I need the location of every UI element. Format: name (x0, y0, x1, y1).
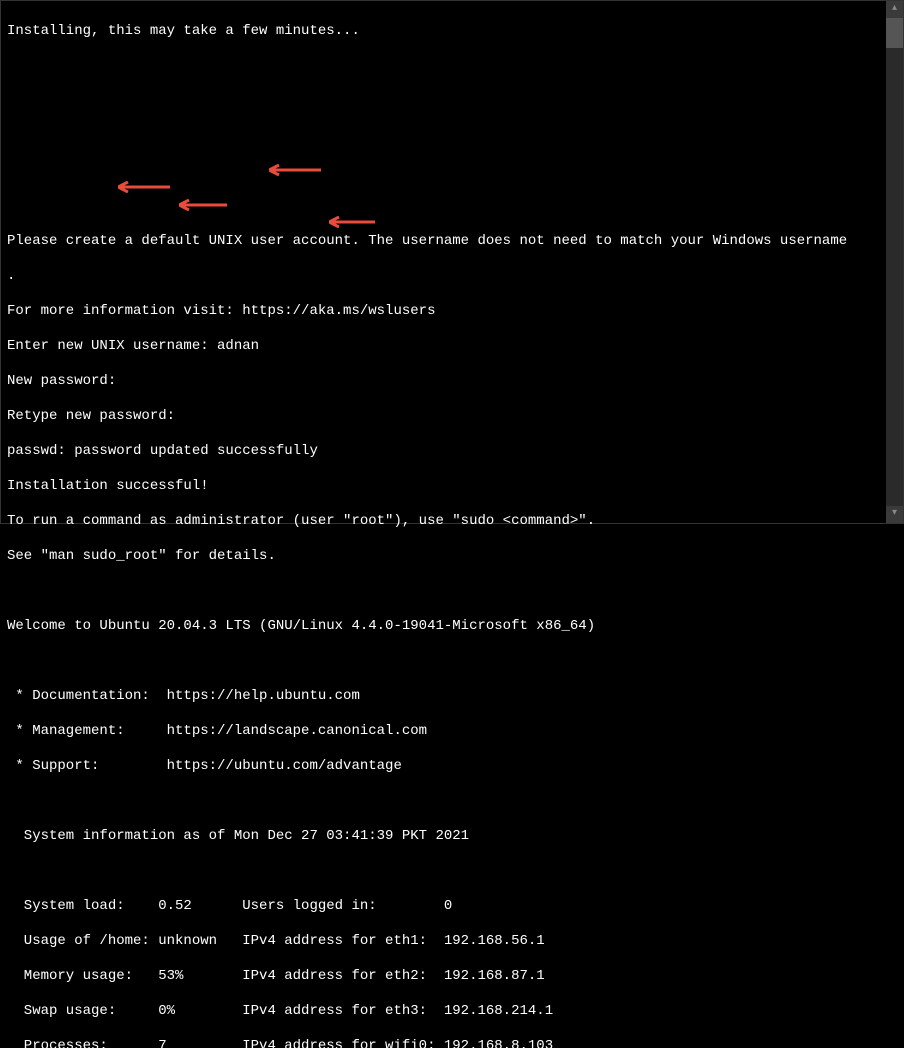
terminal-output: Installing, this may take a few minutes.… (1, 1, 903, 1048)
line-blank (7, 93, 897, 111)
scrollbar[interactable]: ▴ ▾ (886, 1, 903, 523)
line-blank (7, 653, 897, 671)
line-blank (7, 198, 897, 216)
line-create-account: Please create a default UNIX user accoun… (7, 233, 897, 251)
line-blank (7, 863, 897, 881)
line-blank (7, 793, 897, 811)
line-blank (7, 58, 897, 76)
line-system-info: System information as of Mon Dec 27 03:4… (7, 828, 897, 846)
line-support: * Support: https://ubuntu.com/advantage (7, 758, 897, 776)
line-period: . (7, 268, 897, 286)
line-management: * Management: https://landscape.canonica… (7, 723, 897, 741)
line-documentation: * Documentation: https://help.ubuntu.com (7, 688, 897, 706)
scrollbar-down-icon[interactable]: ▾ (886, 506, 903, 523)
line-install-success: Installation successful! (7, 478, 897, 496)
line-more-info: For more information visit: https://aka.… (7, 303, 897, 321)
line-system-load: System load: 0.52 Users logged in: 0 (7, 898, 897, 916)
line-run-admin: To run a command as administrator (user … (7, 513, 897, 531)
line-processes: Processes: 7 IPv4 address for wifi0: 192… (7, 1038, 897, 1048)
line-retype-password: Retype new password: (7, 408, 897, 426)
line-swap: Swap usage: 0% IPv4 address for eth3: 19… (7, 1003, 897, 1021)
line-memory: Memory usage: 53% IPv4 address for eth2:… (7, 968, 897, 986)
line-welcome: Welcome to Ubuntu 20.04.3 LTS (GNU/Linux… (7, 618, 897, 636)
line-new-password: New password: (7, 373, 897, 391)
line-see-man: See "man sudo_root" for details. (7, 548, 897, 566)
line-enter-username: Enter new UNIX username: adnan (7, 338, 897, 356)
line-blank (7, 163, 897, 181)
line-usage-home: Usage of /home: unknown IPv4 address for… (7, 933, 897, 951)
line-blank (7, 583, 897, 601)
scrollbar-up-icon[interactable]: ▴ (886, 1, 903, 18)
scrollbar-thumb[interactable] (886, 18, 903, 48)
line-passwd-success: passwd: password updated successfully (7, 443, 897, 461)
line-blank (7, 128, 897, 146)
line-installing: Installing, this may take a few minutes.… (7, 23, 897, 41)
